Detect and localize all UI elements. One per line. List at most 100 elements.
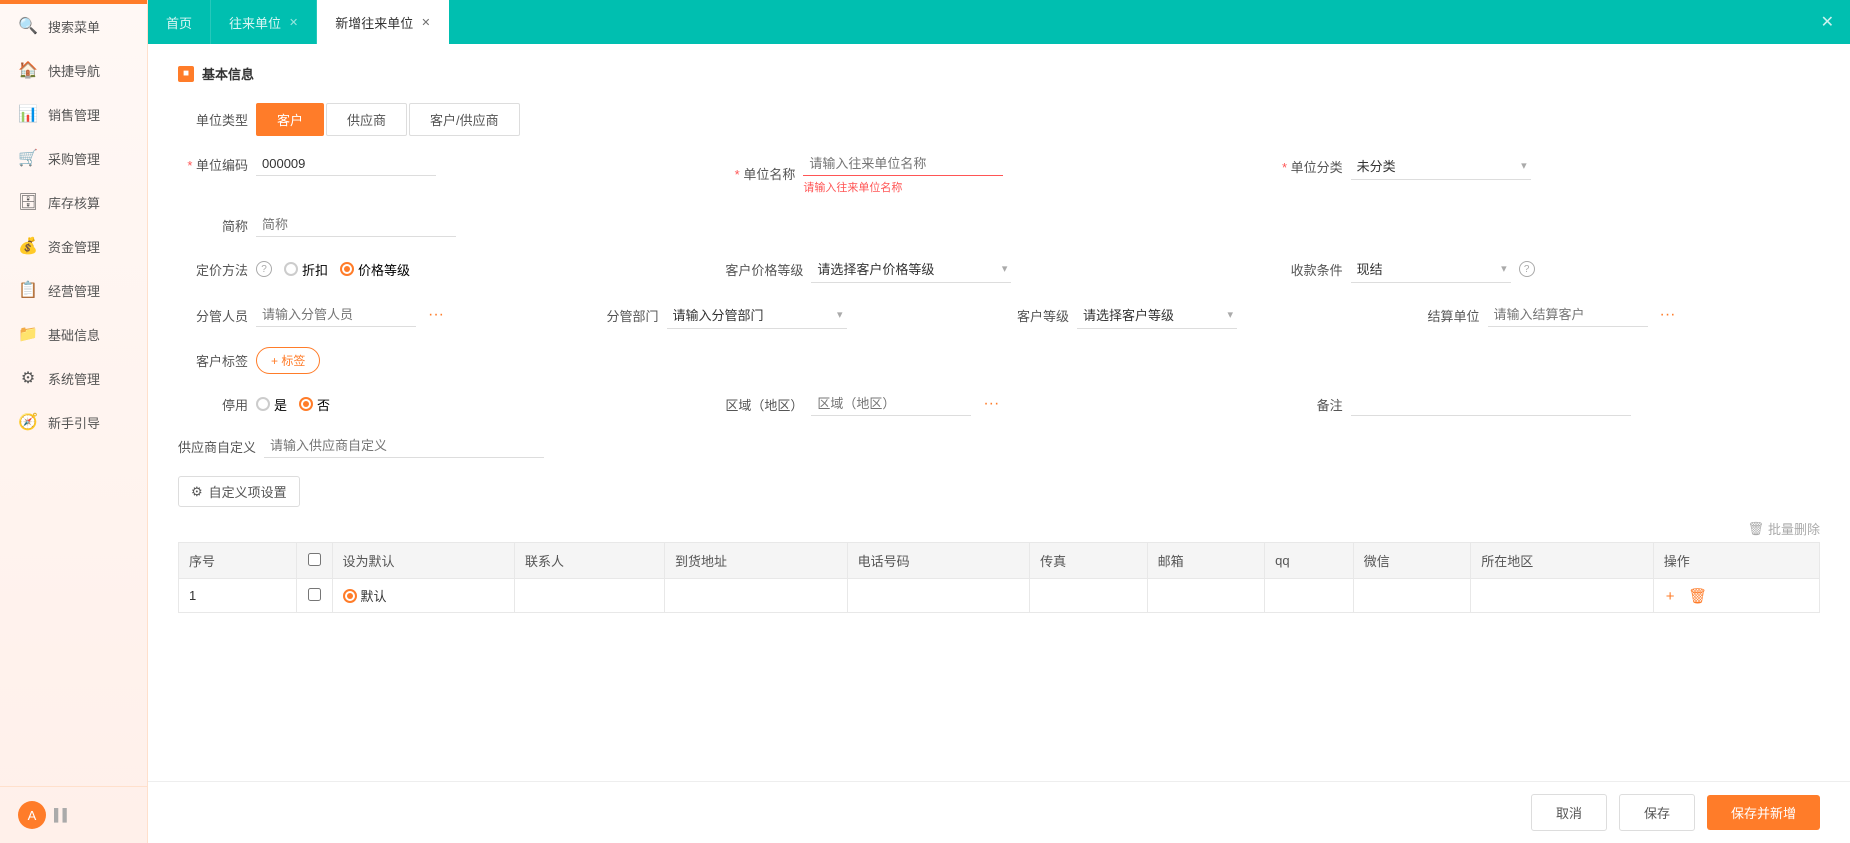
- row-region: [1471, 579, 1654, 613]
- pricing-discount-radio-circle: [284, 262, 298, 276]
- payment-chevron-icon: ▾: [1501, 262, 1507, 275]
- disabled-no[interactable]: 否: [299, 395, 330, 414]
- pricing-radio-discount[interactable]: 折扣: [284, 260, 328, 279]
- unit-name-error-msg: 请输入往来单位名称: [803, 179, 1003, 195]
- type-btn-both[interactable]: 客户/供应商: [409, 103, 520, 136]
- sidebar-item-sales[interactable]: 📊 销售管理: [0, 92, 147, 136]
- tab-new-close-icon[interactable]: ✕: [421, 16, 430, 29]
- sidebar-item-label: 库存核算: [48, 193, 100, 212]
- abbr-label: 简称: [178, 216, 248, 235]
- type-btn-supplier[interactable]: 供应商: [326, 103, 407, 136]
- unit-category-select[interactable]: 未分类 ▾: [1351, 152, 1531, 180]
- price-level-select[interactable]: 请选择客户价格等级 ▾: [811, 255, 1011, 283]
- row-add-button[interactable]: +: [1664, 588, 1677, 605]
- th-default: 设为默认: [332, 543, 515, 579]
- sidebar-item-finance[interactable]: 💰 资金管理: [0, 224, 147, 268]
- dept-select[interactable]: 请输入分管部门 ▾: [667, 301, 847, 329]
- batch-delete-area: 🗑 批量删除: [178, 519, 1820, 538]
- code-name-row: 单位编码 单位名称 请输入往来单位名称 单位分类 未分类 ▾: [178, 152, 1820, 195]
- settlement-input[interactable]: [1488, 303, 1648, 327]
- pricing-discount-label: 折扣: [302, 260, 328, 279]
- dept-label: 分管部门: [589, 306, 659, 325]
- purchase-icon: 🛒: [18, 148, 38, 168]
- sidebar: 🔍 搜索菜单 🏠 快捷导航 📊 销售管理 🛒 采购管理 🗄 库存核算 💰 资金管…: [0, 0, 148, 843]
- unit-name-group: 单位名称 请输入往来单位名称: [725, 152, 1272, 195]
- sidebar-item-label: 新手引导: [48, 413, 100, 432]
- tab-home[interactable]: 首页: [148, 0, 211, 44]
- sidebar-item-inventory[interactable]: 🗄 库存核算: [0, 180, 147, 224]
- tab-list[interactable]: 往来单位 ✕: [211, 0, 317, 44]
- unit-code-input[interactable]: [256, 152, 436, 176]
- batch-delete-label[interactable]: 批量删除: [1768, 519, 1820, 538]
- pricing-radio-level[interactable]: 价格等级: [340, 260, 410, 279]
- pricing-row: 定价方法 ? 折扣 价格等级 客户价格等级 请选择客户价格等级: [178, 255, 1820, 283]
- sidebar-item-search[interactable]: 🔍 搜索菜单: [0, 4, 147, 48]
- price-level-placeholder: 请选择客户价格等级: [817, 259, 997, 278]
- row-delete-button[interactable]: 🗑: [1686, 588, 1709, 605]
- unit-type-row: 单位类型 客户 供应商 客户/供应商: [178, 103, 1820, 136]
- settlement-label: 结算单位: [1410, 306, 1480, 325]
- th-action: 操作: [1653, 543, 1819, 579]
- sidebar-item-system[interactable]: ⚙ 系统管理: [0, 356, 147, 400]
- main-area: 首页 往来单位 ✕ 新增往来单位 ✕ ✕ ■ 基本信息 单位类型 客户 供应商 …: [148, 0, 1850, 843]
- pricing-label: 定价方法: [178, 260, 248, 279]
- custom-settings-button[interactable]: ⚙ 自定义项设置: [178, 476, 300, 507]
- tab-home-label: 首页: [166, 13, 192, 32]
- table-header-row: 序号 设为默认 联系人 到货地址 电话号码 传真 邮箱 qq 微信 所在地区 操…: [179, 543, 1820, 579]
- disabled-no-label: 否: [317, 395, 330, 414]
- settlement-more-icon[interactable]: ···: [1656, 306, 1680, 324]
- cancel-button[interactable]: 取消: [1531, 794, 1607, 831]
- sidebar-bottom-label: ▌▌: [54, 808, 71, 822]
- sidebar-item-label: 系统管理: [48, 369, 100, 388]
- row-default-radio[interactable]: 默认: [343, 586, 505, 605]
- inventory-icon: 🗄: [18, 192, 38, 212]
- sidebar-item-guide[interactable]: 🧭 新手引导: [0, 400, 147, 444]
- payment-value: 现结: [1357, 259, 1497, 278]
- row-default: 默认: [332, 579, 515, 613]
- select-all-checkbox[interactable]: [308, 553, 321, 566]
- sidebar-item-basic[interactable]: 📁 基础信息: [0, 312, 147, 356]
- supplier-custom-input[interactable]: [264, 434, 544, 458]
- sidebar-item-quick-nav[interactable]: 🏠 快捷导航: [0, 48, 147, 92]
- sidebar-item-operations[interactable]: 📋 经营管理: [0, 268, 147, 312]
- payment-select[interactable]: 现结 ▾: [1351, 255, 1511, 283]
- manager-more-icon[interactable]: ···: [424, 306, 448, 324]
- sidebar-item-purchase[interactable]: 🛒 采购管理: [0, 136, 147, 180]
- price-level-label: 客户价格等级: [725, 260, 803, 279]
- type-btn-customer[interactable]: 客户: [256, 103, 324, 136]
- customer-level-label: 客户等级: [999, 306, 1069, 325]
- sidebar-item-label: 快捷导航: [48, 61, 100, 80]
- row-wechat: [1353, 579, 1471, 613]
- unit-category-value: 未分类: [1357, 156, 1517, 175]
- unit-name-label: 单位名称: [725, 164, 795, 183]
- guide-icon: 🧭: [18, 412, 38, 432]
- contact-table: 序号 设为默认 联系人 到货地址 电话号码 传真 邮箱 qq 微信 所在地区 操…: [178, 542, 1820, 613]
- add-tag-button[interactable]: + 标签: [256, 347, 320, 374]
- custom-settings-label: 自定义项设置: [209, 482, 287, 501]
- save-button[interactable]: 保存: [1619, 794, 1695, 831]
- tab-list-close-icon[interactable]: ✕: [289, 16, 298, 29]
- save-new-button[interactable]: 保存并新增: [1707, 795, 1820, 830]
- tab-new[interactable]: 新增往来单位 ✕: [317, 0, 449, 44]
- bottom-bar: 取消 保存 保存并新增: [148, 781, 1850, 843]
- disabled-yes[interactable]: 是: [256, 395, 287, 414]
- pricing-level-label: 价格等级: [358, 260, 410, 279]
- remark-input[interactable]: [1351, 392, 1631, 416]
- region-more-icon[interactable]: ···: [979, 395, 1003, 413]
- sidebar-item-label: 搜索菜单: [48, 17, 100, 36]
- tab-bar-close-button[interactable]: ✕: [1805, 12, 1850, 32]
- row-checkbox[interactable]: [308, 588, 321, 601]
- remark-group: 备注: [1273, 392, 1820, 416]
- tab-list-label: 往来单位: [229, 13, 281, 32]
- sales-icon: 📊: [18, 104, 38, 124]
- region-input[interactable]: [811, 392, 971, 416]
- row-email: [1147, 579, 1265, 613]
- abbr-input[interactable]: [256, 213, 456, 237]
- pricing-help-icon[interactable]: ?: [256, 261, 272, 277]
- payment-help-icon[interactable]: ?: [1519, 261, 1535, 277]
- manager-input[interactable]: [256, 303, 416, 327]
- sidebar-bottom: A ▌▌: [0, 786, 147, 843]
- unit-name-input[interactable]: [803, 152, 1003, 176]
- section-title: ■ 基本信息: [178, 64, 1820, 83]
- customer-level-select[interactable]: 请选择客户等级 ▾: [1077, 301, 1237, 329]
